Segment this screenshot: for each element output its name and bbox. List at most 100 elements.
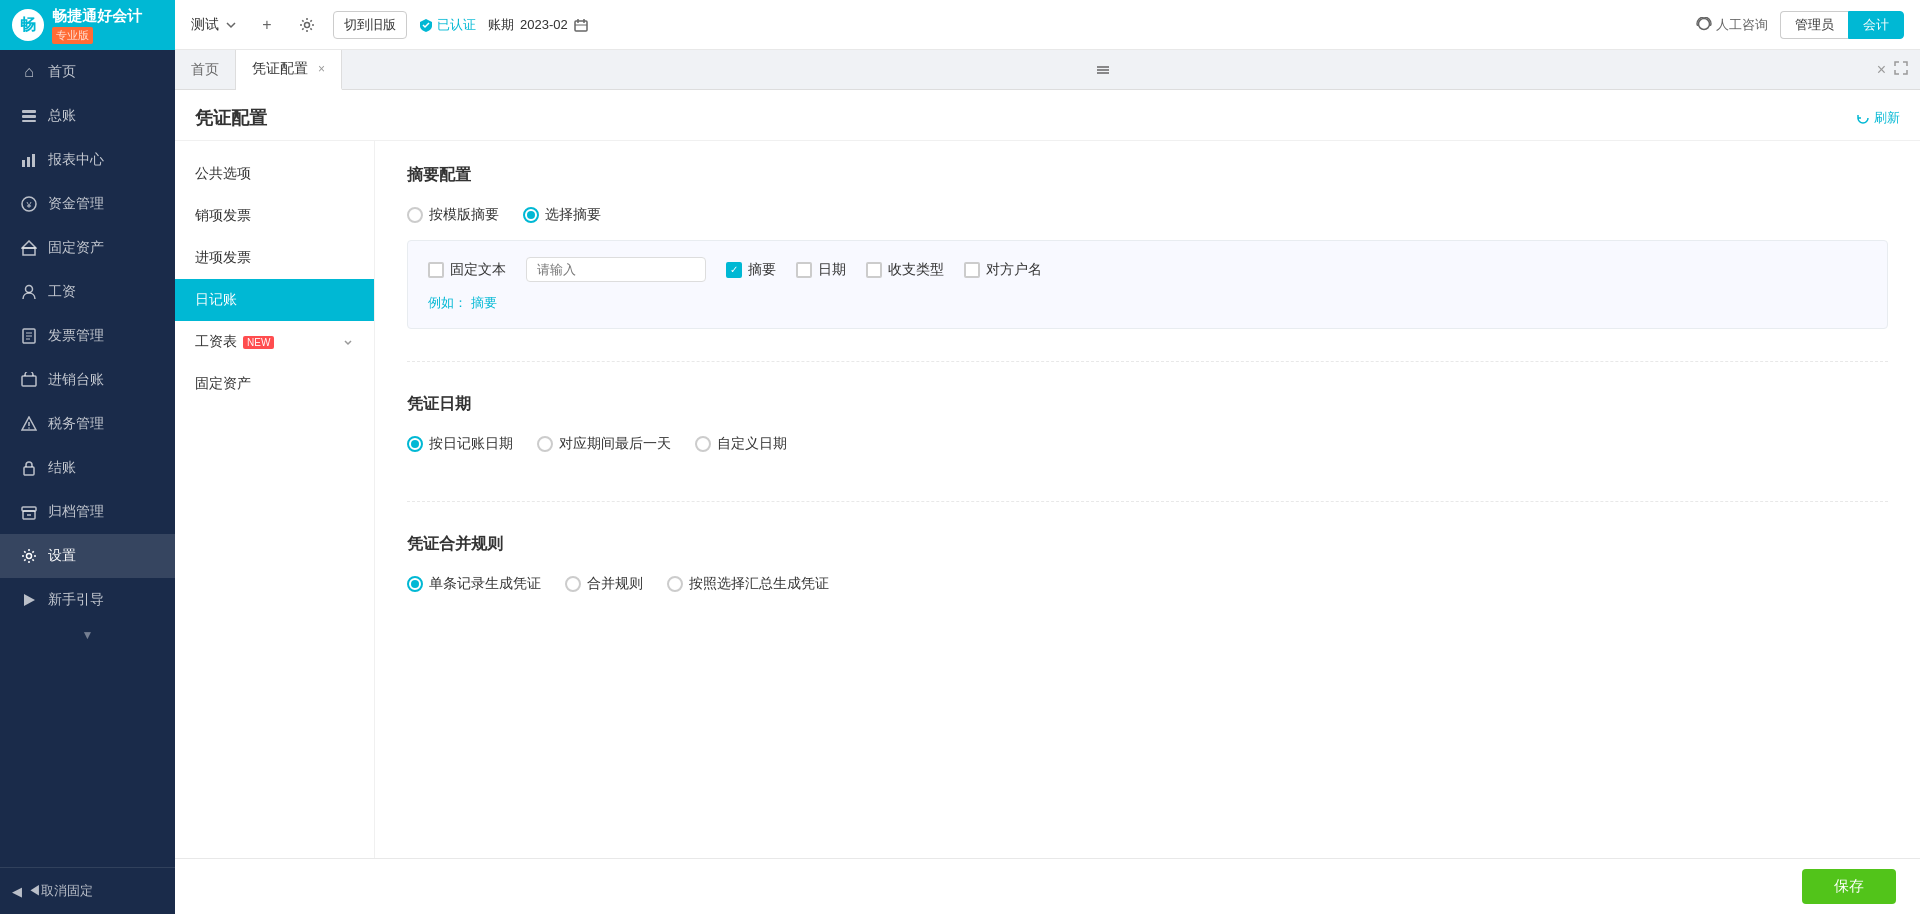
nav-fixed-asset[interactable]: 固定资产 (175, 363, 374, 405)
svg-rect-5 (32, 154, 35, 167)
save-btn[interactable]: 保存 (1802, 869, 1896, 904)
radio-select-label: 选择摘要 (545, 206, 601, 224)
svg-rect-3 (22, 160, 25, 167)
checkbox-income-type[interactable]: 收支类型 (866, 261, 944, 279)
archive-icon (20, 503, 38, 521)
summary-radio-template[interactable]: 按模版摘要 (407, 206, 499, 224)
invoice-icon (20, 327, 38, 345)
headset-icon (1696, 17, 1712, 33)
nav-sales[interactable]: 销项发票 (175, 195, 374, 237)
abstract-checkbox: ✓ (726, 262, 742, 278)
sidebar-item-home[interactable]: ⌂ 首页 (0, 50, 175, 94)
ledger-icon (20, 107, 38, 125)
tab-voucher-config-label: 凭证配置 (252, 60, 308, 78)
new-badge: NEW (243, 336, 274, 349)
merge-title: 凭证合并规则 (407, 534, 1888, 555)
radio-journal-label: 按日记账日期 (429, 435, 513, 453)
switch-version-btn[interactable]: 切到旧版 (333, 11, 407, 39)
content-area: 凭证配置 刷新 公共选项 (175, 90, 1920, 914)
date-radio-custom[interactable]: 自定义日期 (695, 435, 787, 453)
summary-example: 例如： 摘要 (428, 294, 1867, 312)
fixed-text-input[interactable] (526, 257, 706, 282)
sidebar-item-guide[interactable]: 新手引导 (0, 578, 175, 622)
topbar-actions: + (253, 11, 321, 39)
checkbox-counterpart[interactable]: 对方户名 (964, 261, 1042, 279)
period-label: 账期 (488, 16, 514, 34)
svg-rect-26 (575, 21, 587, 31)
svg-text:¥: ¥ (25, 200, 32, 210)
sidebar-item-close[interactable]: 结账 (0, 446, 175, 490)
right-content: 摘要配置 按模版摘要 选择摘要 (375, 141, 1920, 858)
service-label: 人工咨询 (1716, 16, 1768, 34)
income-type-checkbox (866, 262, 882, 278)
cancel-fixed-icon: ◀ (12, 884, 22, 899)
sidebar-item-trade[interactable]: 进销台账 (0, 358, 175, 402)
close-page-btn[interactable]: × (1877, 61, 1886, 79)
tax-icon (20, 415, 38, 433)
merge-radio-group: 单条记录生成凭证 合并规则 按照选择汇总生成凭证 (407, 575, 1888, 593)
radio-period-last-circle (537, 436, 553, 452)
date-radio-period-last[interactable]: 对应期间最后一天 (537, 435, 671, 453)
svg-rect-8 (23, 248, 35, 255)
sidebar-item-invoice[interactable]: 发票管理 (0, 314, 175, 358)
nav-purchase-label: 进项发票 (195, 249, 251, 265)
nav-public[interactable]: 公共选项 (175, 153, 374, 195)
nav-purchase[interactable]: 进项发票 (175, 237, 374, 279)
inner-layout: 公共选项 销项发票 进项发票 日记账 工资表 (175, 141, 1920, 858)
nav-sales-label: 销项发票 (195, 207, 251, 223)
sidebar-label-ledger: 总账 (48, 107, 76, 125)
tab-voucher-config[interactable]: 凭证配置 × (236, 50, 342, 90)
sidebar-item-asset[interactable]: 固定资产 (0, 226, 175, 270)
project-selector[interactable]: 测试 (191, 16, 237, 34)
checkbox-date[interactable]: 日期 (796, 261, 846, 279)
sidebar-item-report[interactable]: 报表中心 (0, 138, 175, 182)
sidebar-item-tax[interactable]: 税务管理 (0, 402, 175, 446)
manager-btn[interactable]: 管理员 (1780, 11, 1848, 39)
sidebar-label-report: 报表中心 (48, 151, 104, 169)
summary-radio-select[interactable]: 选择摘要 (523, 206, 601, 224)
home-icon: ⌂ (20, 63, 38, 81)
nav-journal[interactable]: 日记账 (175, 279, 374, 321)
tab-expand-btn[interactable] (1083, 62, 1123, 78)
nav-journal-label: 日记账 (195, 291, 237, 307)
radio-single-label: 单条记录生成凭证 (429, 575, 541, 593)
settings-gear-btn[interactable] (293, 11, 321, 39)
svg-rect-15 (22, 376, 36, 386)
add-btn[interactable]: + (253, 11, 281, 39)
checkbox-abstract[interactable]: ✓ 摘要 (726, 261, 776, 279)
merge-radio-single[interactable]: 单条记录生成凭证 (407, 575, 541, 593)
sidebar-item-salary[interactable]: 工资 (0, 270, 175, 314)
merge-radio-rules[interactable]: 合并规则 (565, 575, 643, 593)
certified-label: 已认证 (437, 16, 476, 34)
checkbox-fixed-text[interactable]: 固定文本 (428, 261, 506, 279)
sidebar-item-fund[interactable]: ¥ 资金管理 (0, 182, 175, 226)
asset-icon (20, 239, 38, 257)
tab-home[interactable]: 首页 (175, 50, 236, 90)
logo-icon: 畅 (12, 9, 44, 41)
fullscreen-btn[interactable] (1894, 61, 1908, 78)
sidebar-logo: 畅 畅捷通好会计 专业版 (0, 0, 175, 50)
date-radio-journal[interactable]: 按日记账日期 (407, 435, 513, 453)
guide-icon (20, 591, 38, 609)
date-section: 凭证日期 按日记账日期 对应期间最后一天 (407, 394, 1888, 502)
nav-payroll[interactable]: 工资表 NEW (175, 321, 374, 363)
refresh-btn[interactable]: 刷新 (1856, 109, 1900, 127)
plus-icon: + (262, 16, 271, 34)
calendar-icon[interactable] (574, 18, 588, 32)
merge-radio-summary[interactable]: 按照选择汇总生成凭证 (667, 575, 829, 593)
income-type-label: 收支类型 (888, 261, 944, 279)
accountant-btn[interactable]: 会计 (1848, 11, 1904, 39)
sidebar-label-trade: 进销台账 (48, 371, 104, 389)
date-label: 日期 (818, 261, 846, 279)
topbar-right: 人工咨询 管理员 会计 (1696, 11, 1904, 39)
sidebar-item-archive[interactable]: 归档管理 (0, 490, 175, 534)
sidebar-item-settings[interactable]: 设置 (0, 534, 175, 578)
svg-rect-0 (22, 110, 36, 113)
sidebar-label-home: 首页 (48, 63, 76, 81)
tab-close-btn[interactable]: × (318, 62, 325, 76)
sidebar-label-invoice: 发票管理 (48, 327, 104, 345)
cancel-fixed-btn[interactable]: ◀ ◀取消固定 (12, 878, 163, 904)
counterpart-checkbox (964, 262, 980, 278)
sidebar-item-ledger[interactable]: 总账 (0, 94, 175, 138)
service-btn[interactable]: 人工咨询 (1696, 16, 1768, 34)
